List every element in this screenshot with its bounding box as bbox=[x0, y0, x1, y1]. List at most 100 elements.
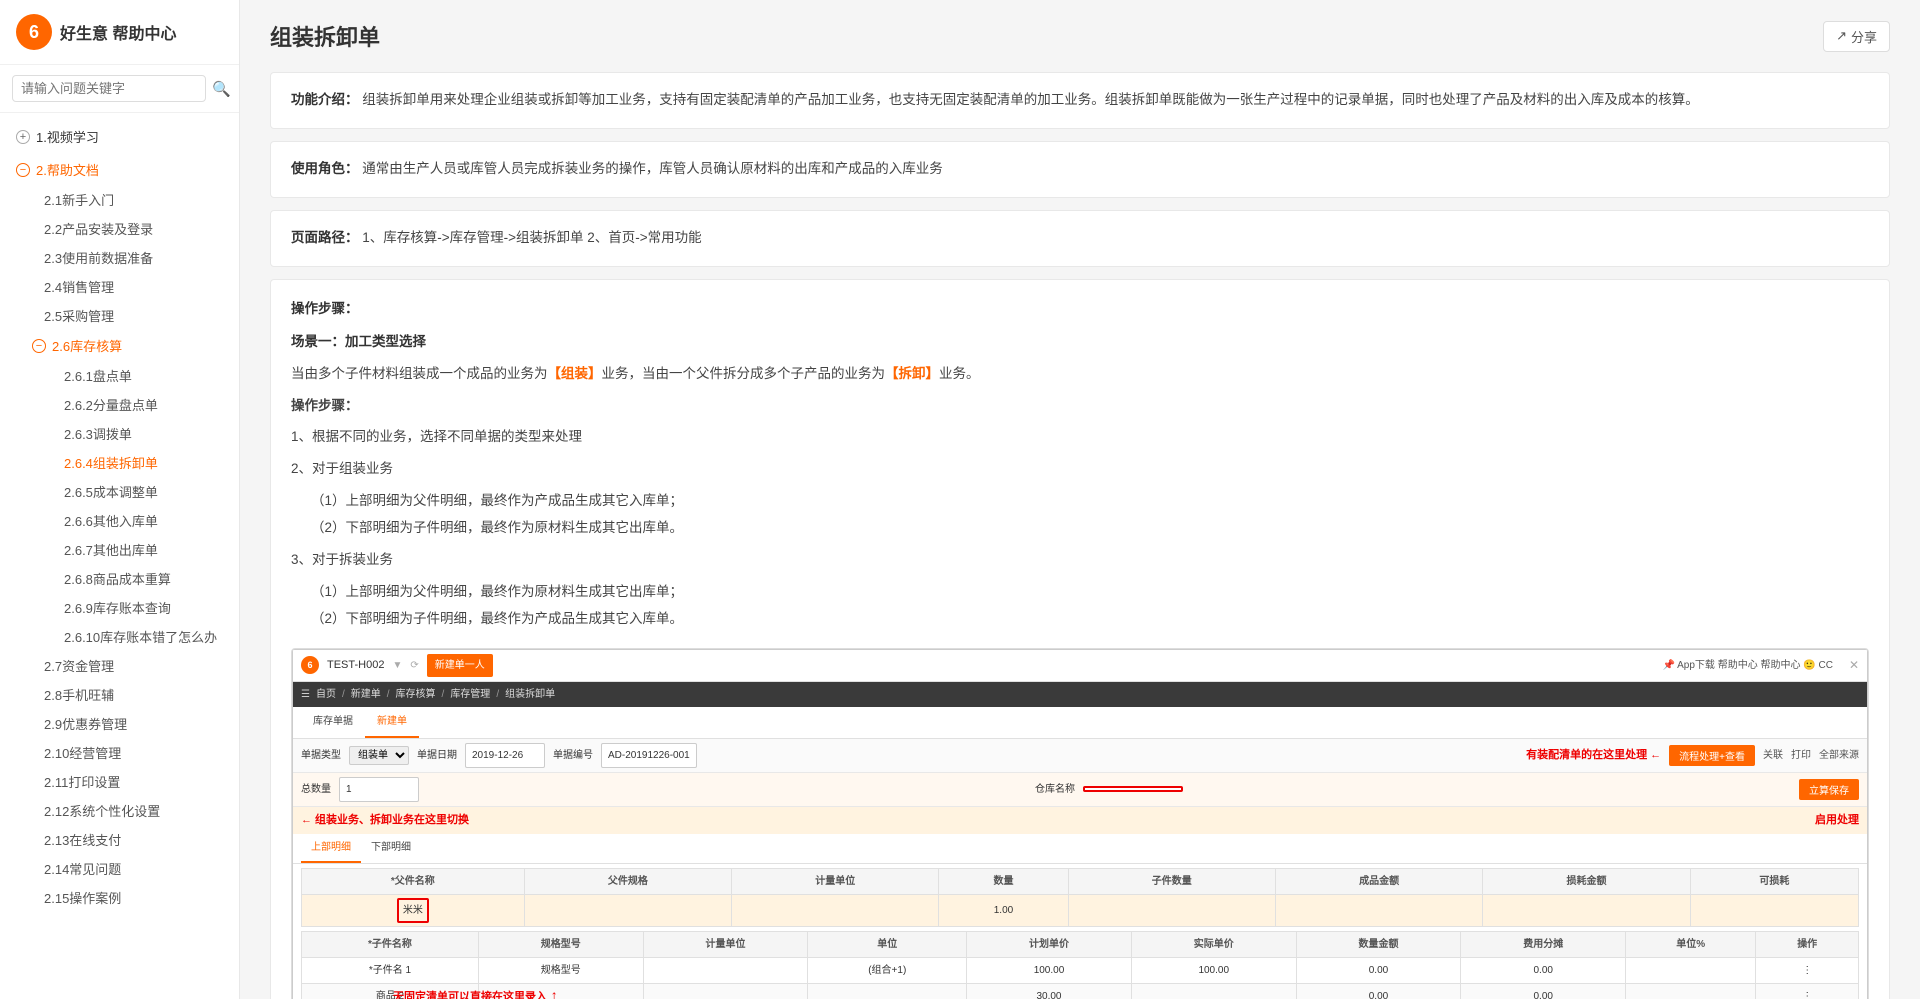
arrow-up-icon: ↑ bbox=[551, 987, 558, 999]
sidebar-item-2-8[interactable]: 2.8手机旺辅 bbox=[32, 680, 239, 709]
step3-sub1: （1）上部明细为父件明细，最终作为原材料生成其它出库单； bbox=[311, 579, 1869, 605]
sidebar-item-2-6-10[interactable]: 2.6.10库存账本错了怎么办 bbox=[52, 622, 239, 651]
sidebar-item-2-6-6[interactable]: 2.6.6其他入库单 bbox=[52, 506, 239, 535]
ss-new-doc-btn[interactable]: 新建单一人 bbox=[427, 654, 493, 677]
ss-td-child-qty bbox=[1068, 894, 1275, 926]
sidebar-item-data-prep[interactable]: 2.3使用前数据准备 bbox=[32, 243, 239, 272]
search-icon[interactable]: 🔍 bbox=[212, 80, 231, 98]
ss-nav-home[interactable]: 自页 bbox=[316, 685, 336, 704]
ss-docno-label: 单据编号 bbox=[553, 746, 593, 765]
ss-source-label[interactable]: 全部来源 bbox=[1819, 746, 1859, 765]
sidebar-item-docs-label: 2.帮助文档 bbox=[36, 160, 99, 179]
share-icon: ↗ bbox=[1836, 28, 1847, 44]
nav-section-video: + 1.视频学习 bbox=[0, 121, 239, 152]
ss-upper-table: *父件名称 父件规格 计量单位 数量 子件数量 成品金额 损耗金额 可损耗 bbox=[301, 868, 1859, 927]
ss-process-btn[interactable]: 流程处理+查看 bbox=[1669, 745, 1755, 766]
ss-warehouse-label: 仓库名称 bbox=[1035, 780, 1075, 799]
share-label: 分享 bbox=[1851, 27, 1877, 46]
ss-titlebar: 6 TEST-H002 ▼ ⟳ 新建单一人 📌 App下载 帮助中心 帮助中心 … bbox=[293, 650, 1867, 682]
ss-date-input[interactable]: 2019-12-26 bbox=[465, 743, 545, 768]
ss-save-btn[interactable]: 立算保存 bbox=[1799, 779, 1859, 800]
annotation-enable: 启用处理 bbox=[1815, 810, 1859, 831]
sidebar-item-2-14[interactable]: 2.14常见问题 bbox=[32, 854, 239, 883]
sidebar-item-2-9[interactable]: 2.9优惠券管理 bbox=[32, 709, 239, 738]
ss-print-label[interactable]: 打印 bbox=[1791, 746, 1811, 765]
ss-lower-tab-lower[interactable]: 下部明细 bbox=[361, 834, 421, 863]
ss-th-actual-price: 实际单价 bbox=[1131, 931, 1296, 957]
ss-close-icon[interactable]: ✕ bbox=[1849, 654, 1859, 677]
sidebar-item-2-6-2[interactable]: 2.6.2分量盘点单 bbox=[52, 390, 239, 419]
ss-parent-input[interactable]: 米米 bbox=[397, 898, 429, 923]
sidebar-item-inventory-label: 2.6库存核算 bbox=[52, 336, 122, 355]
sidebar-item-2-6-1[interactable]: 2.6.1盘点单 bbox=[52, 361, 239, 390]
ss-td-pct-1 bbox=[1626, 957, 1756, 983]
ss-count-input[interactable]: 1 bbox=[339, 777, 419, 802]
ss-tab-bar: 库存单据 新建单 bbox=[293, 707, 1867, 739]
sidebar-item-2-6-7[interactable]: 2.6.7其他出库单 bbox=[52, 535, 239, 564]
sidebar-item-2-6-3[interactable]: 2.6.3调拨单 bbox=[52, 419, 239, 448]
step2-sub1: （1）上部明细为父件明细，最终作为产成品生成其它入库单； bbox=[311, 488, 1869, 514]
intro-text: 组装拆卸单用来处理企业组装或拆卸等加工业务，支持有固定装配清单的产品加工业务，也… bbox=[362, 92, 1699, 107]
ss-date-label: 单据日期 bbox=[417, 746, 457, 765]
ss-nav-wms[interactable]: 库存管理 bbox=[450, 685, 490, 704]
ss-lower-table-wrap: *子件名称 规格型号 计量单位 单位 计划单价 实际单价 数量金额 费用分摊 单… bbox=[293, 931, 1867, 999]
ss-td-loss bbox=[1483, 894, 1690, 926]
ss-lower-tab-upper[interactable]: 上部明细 bbox=[301, 834, 361, 863]
steps-section: 操作步骤： 场景一：加工类型选择 当由多个子件材料组装成一个成品的业务为【组装】… bbox=[270, 279, 1890, 999]
ss-assoc-label[interactable]: 关联 bbox=[1763, 746, 1783, 765]
share-button[interactable]: ↗ 分享 bbox=[1823, 21, 1890, 52]
sidebar-item-2-15[interactable]: 2.15操作案例 bbox=[32, 883, 239, 912]
search-input[interactable] bbox=[12, 75, 206, 102]
step1-text: 1、根据不同的业务，选择不同单据的类型来处理 bbox=[291, 424, 1869, 450]
sidebar-item-2-6-4[interactable]: 2.6.4组装拆卸单 bbox=[52, 448, 239, 477]
sidebar-item-2-7[interactable]: 2.7资金管理 bbox=[32, 651, 239, 680]
ss-th-qty: 数量 bbox=[939, 868, 1068, 894]
nav-section-docs: − 2.帮助文档 2.1新手入门 2.2产品安装及登录 2.3使用前数据准备 2… bbox=[0, 154, 239, 912]
sidebar-item-2-11[interactable]: 2.11打印设置 bbox=[32, 767, 239, 796]
ss-tab-list[interactable]: 库存单据 bbox=[301, 707, 365, 738]
ss-doctype-select[interactable]: 组装单 拆卸单 bbox=[349, 746, 409, 765]
screenshot-container: 6 TEST-H002 ▼ ⟳ 新建单一人 📌 App下载 帮助中心 帮助中心 … bbox=[291, 648, 1869, 999]
sidebar-item-2-6-9[interactable]: 2.6.9库存账本查询 bbox=[52, 593, 239, 622]
ss-form-top-row: 单据类型 组装单 拆卸单 单据日期 2019-12-26 单据编号 AD-201… bbox=[293, 739, 1867, 773]
ss-lower-label-row: ← 组装业务、拆卸业务在这里切换 启用处理 bbox=[293, 807, 1867, 834]
sidebar-item-sales[interactable]: 2.4销售管理 bbox=[32, 272, 239, 301]
ss-td-op-1[interactable]: ⋮ bbox=[1756, 957, 1859, 983]
ss-nav-inventory[interactable]: 库存核算 bbox=[396, 685, 436, 704]
ss-td-child-1[interactable]: *子件名 1 bbox=[302, 957, 479, 983]
sidebar-item-install[interactable]: 2.2产品安装及登录 bbox=[32, 214, 239, 243]
sidebar-item-inventory[interactable]: − 2.6库存核算 bbox=[32, 330, 239, 361]
ops-title: 操作步骤： bbox=[291, 296, 1869, 322]
ss-nav-assembly[interactable]: 组装拆卸单 bbox=[505, 685, 555, 704]
ss-nav-newdoc[interactable]: 新建单 bbox=[351, 685, 381, 704]
ss-th-parent-spec: 父件规格 bbox=[524, 868, 731, 894]
sidebar-item-purchase[interactable]: 2.5采购管理 bbox=[32, 301, 239, 330]
sidebar-item-2-10[interactable]: 2.10经营管理 bbox=[32, 738, 239, 767]
sidebar-item-2-12[interactable]: 2.12系统个性化设置 bbox=[32, 796, 239, 825]
sidebar-item-2-6-5[interactable]: 2.6.5成本调整单 bbox=[52, 477, 239, 506]
sidebar-item-newbie[interactable]: 2.1新手入门 bbox=[32, 185, 239, 214]
ss-td-parent-name[interactable]: 米米 bbox=[302, 894, 525, 926]
ss-upper-table-wrap: *父件名称 父件规格 计量单位 数量 子件数量 成品金额 损耗金额 可损耗 bbox=[293, 864, 1867, 931]
ss-td-unit-1 bbox=[643, 957, 808, 983]
ss-tab-new[interactable]: 新建单 bbox=[365, 707, 419, 738]
ss-sync-icon: ⟳ bbox=[410, 656, 418, 675]
step2-sub2: （2）下部明细为子件明细，最终作为原材料生成其它出库单。 bbox=[311, 515, 1869, 541]
ss-warehouse-input[interactable] bbox=[1083, 786, 1183, 792]
ss-th-child-qty: 子件数量 bbox=[1068, 868, 1275, 894]
docs-sub-items: 2.1新手入门 2.2产品安装及登录 2.3使用前数据准备 2.4销售管理 2.… bbox=[0, 185, 239, 912]
ss-sidebar-toggle[interactable]: ☰ bbox=[301, 685, 310, 704]
sidebar-item-2-6-8[interactable]: 2.6.8商品成本重算 bbox=[52, 564, 239, 593]
page-header: 组装拆卸单 ↗ 分享 bbox=[270, 20, 1890, 52]
ss-th-share: 费用分摊 bbox=[1461, 931, 1626, 957]
ss-lower-tabs: 上部明细 下部明细 bbox=[293, 834, 1867, 864]
sidebar-item-2-13[interactable]: 2.13在线支付 bbox=[32, 825, 239, 854]
ss-docno-input[interactable]: AD-20191226-001 bbox=[601, 743, 697, 768]
plus-icon: + bbox=[16, 130, 30, 144]
ss-td-spec bbox=[524, 894, 731, 926]
sidebar-item-docs[interactable]: − 2.帮助文档 bbox=[0, 154, 239, 185]
sidebar-item-video[interactable]: + 1.视频学习 bbox=[0, 121, 239, 152]
ss-company-id: TEST-H002 bbox=[327, 655, 384, 676]
sidebar-search-bar: 🔍 bbox=[0, 65, 239, 113]
nav-subsection-inventory: − 2.6库存核算 2.6.1盘点单 2.6.2分量盘点单 2.6.3调拨单 2… bbox=[32, 330, 239, 651]
